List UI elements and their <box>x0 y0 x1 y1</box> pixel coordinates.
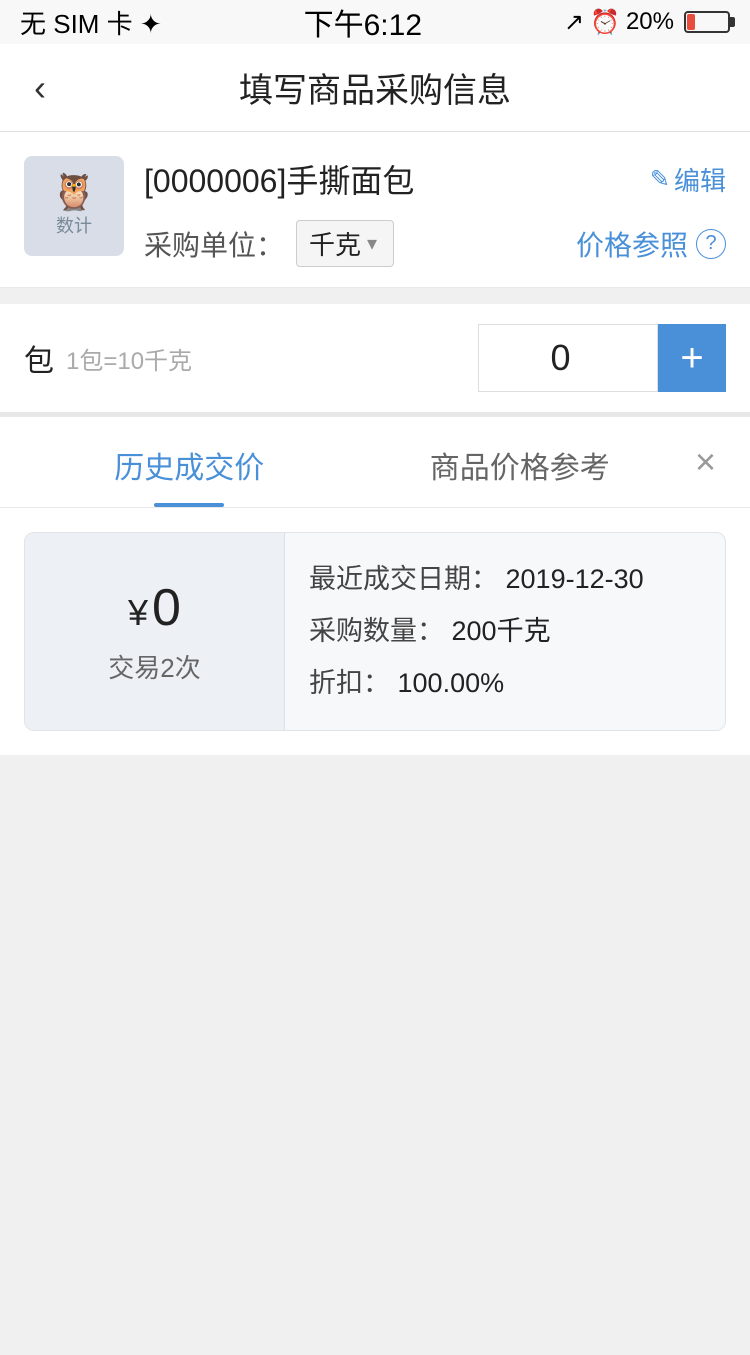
alarm-icon: ⏰ <box>590 8 620 37</box>
unit-left: 采购单位： 千克 ▾ <box>144 220 394 267</box>
price-currency: ¥ <box>128 592 148 634</box>
discount-row: 折扣： 100.00% <box>309 665 701 703</box>
product-info: [0000006]手撕面包 ✎ 编辑 采购单位： 千克 ▾ 价格参照 ? <box>144 156 726 267</box>
tab-product-price-ref[interactable]: 商品价格参考 <box>354 417 684 507</box>
chevron-down-icon: ▾ <box>367 231 377 256</box>
price-ref-label: 价格参照 <box>576 224 688 264</box>
product-name: [0000006]手撕面包 <box>144 156 414 202</box>
tab-content-history: ¥ 0 交易2次 最近成交日期： 2019-12-30 采购数量： 200千克 … <box>0 508 750 755</box>
edit-label: 编辑 <box>674 161 726 198</box>
recent-date-value: 2019-12-30 <box>506 564 644 594</box>
edit-button[interactable]: ✎ 编辑 <box>650 161 726 198</box>
price-transactions: 交易2次 <box>108 648 200 685</box>
tabs-section: 历史成交价 商品价格参考 × ¥ 0 交易2次 最近成交日期： 2019-12-… <box>0 413 750 755</box>
tab-history-price[interactable]: 历史成交价 <box>24 417 354 507</box>
battery-icon <box>684 11 730 33</box>
help-icon: ? <box>696 229 726 259</box>
product-image-inner: 🦉 数计 <box>52 174 97 238</box>
product-unit-row: 采购单位： 千克 ▾ 价格参照 ? <box>144 220 726 267</box>
back-button[interactable]: ‹ <box>24 57 56 119</box>
product-image: 🦉 数计 <box>24 156 124 256</box>
recent-date-row: 最近成交日期： 2019-12-30 <box>309 561 701 599</box>
product-section: 🦉 数计 [0000006]手撕面包 ✎ 编辑 采购单位： 千克 ▾ <box>0 132 750 288</box>
price-ref-button[interactable]: 价格参照 ? <box>576 224 726 264</box>
section-divider <box>0 288 750 304</box>
status-left: 无 SIM 卡 ✦ <box>20 4 162 41</box>
tabs-header: 历史成交价 商品价格参考 × <box>0 417 750 508</box>
price-card-right: 最近成交日期： 2019-12-30 采购数量： 200千克 折扣： 100.0… <box>285 533 725 730</box>
empty-area <box>0 755 750 1355</box>
unit-select[interactable]: 千克 ▾ <box>296 220 394 267</box>
tab-close-button[interactable]: × <box>685 431 726 493</box>
qty-input-area: + <box>478 324 726 392</box>
unit-label: 采购单位： <box>144 224 284 264</box>
location-icon: ↗ <box>564 8 584 37</box>
discount-value: 100.00% <box>398 668 505 698</box>
product-top-row: [0000006]手撕面包 ✎ 编辑 <box>144 156 726 202</box>
edit-icon: ✎ <box>650 165 670 194</box>
product-header: 🦉 数计 [0000006]手撕面包 ✎ 编辑 采购单位： 千克 ▾ <box>24 156 726 267</box>
unit-value: 千克 <box>309 225 361 262</box>
quantity-row: 采购数量： 200千克 <box>309 613 701 651</box>
page-title: 填写商品采购信息 <box>239 63 511 112</box>
quantity-label: 采购数量： <box>309 616 444 646</box>
battery-percent: 20% <box>626 8 674 36</box>
status-time: 下午6:12 <box>304 0 422 44</box>
nav-bar: ‹ 填写商品采购信息 <box>0 44 750 132</box>
discount-label: 折扣： <box>309 668 390 698</box>
price-amount: ¥ 0 <box>128 578 181 638</box>
status-right: ↗ ⏰ 20% <box>564 8 730 37</box>
qty-label-area: 包 1包=10千克 <box>24 336 192 380</box>
recent-date-label: 最近成交日期： <box>309 564 498 594</box>
status-bar: 无 SIM 卡 ✦ 下午6:12 ↗ ⏰ 20% <box>0 0 750 44</box>
battery-fill <box>687 14 695 30</box>
price-number: 0 <box>152 578 181 638</box>
quantity-section: 包 1包=10千克 + <box>0 304 750 413</box>
quantity-plus-button[interactable]: + <box>658 324 726 392</box>
product-logo-text: 数计 <box>56 212 92 238</box>
price-card-left: ¥ 0 交易2次 <box>25 533 285 730</box>
quantity-value: 200千克 <box>452 616 551 646</box>
qty-hint: 1包=10千克 <box>66 341 192 376</box>
price-card: ¥ 0 交易2次 最近成交日期： 2019-12-30 采购数量： 200千克 … <box>24 532 726 731</box>
quantity-input[interactable] <box>478 324 658 392</box>
qty-unit-label: 包 <box>24 336 54 380</box>
product-logo-icon: 🦉 <box>52 174 97 210</box>
